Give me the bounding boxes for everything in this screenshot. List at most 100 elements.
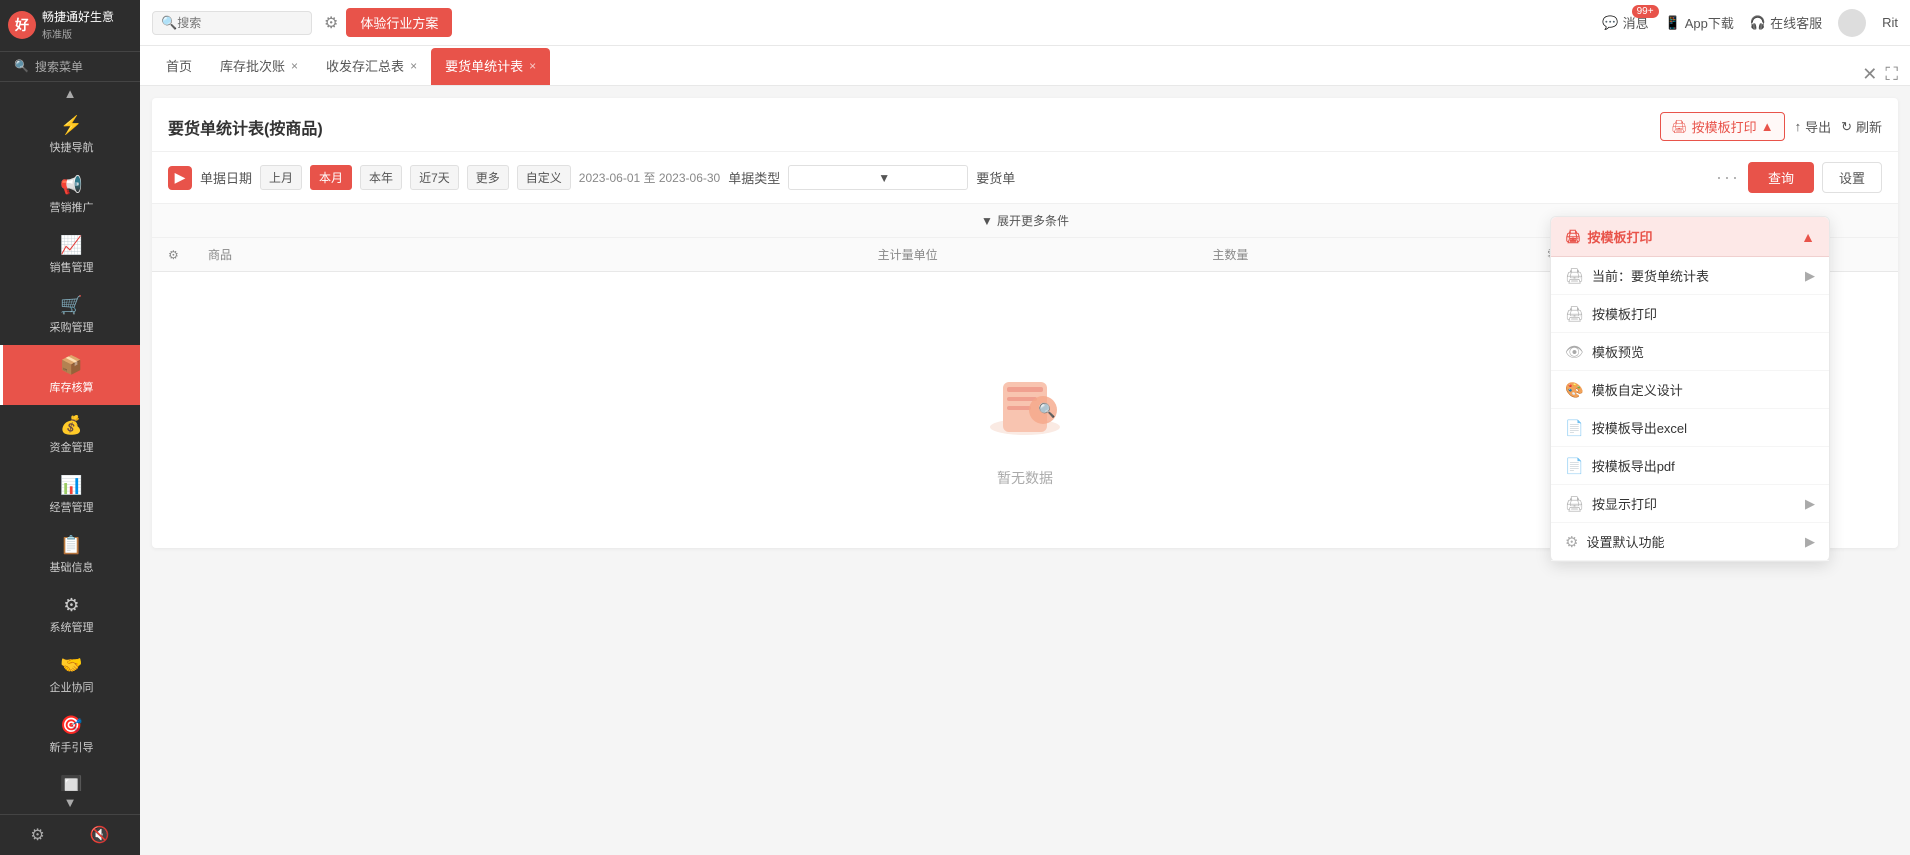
sidebar-audio-icon[interactable]: 🔇 [90, 825, 110, 845]
refresh-label: 刷新 [1856, 117, 1882, 136]
sidebar: 好 畅捷通好生意 标准版 🔍 搜索菜单 ▲ ⚡ 快捷导航 📢 营销推广 📈 销售… [0, 0, 140, 855]
tab-order-stats-label: 要货单统计表 [445, 56, 523, 75]
user-avatar[interactable] [1838, 9, 1866, 37]
message-btn[interactable]: 💬 消息 99+ [1602, 13, 1648, 32]
tab-batch-account-close[interactable]: × [291, 59, 298, 73]
sidebar-label-purchase: 采购管理 [50, 319, 94, 335]
page-title: 要货单统计表(按商品) [168, 115, 323, 139]
dropdown-tpl-design[interactable]: 🎨 模板自定义设计 [1551, 371, 1829, 409]
dropdown-tpl-preview[interactable]: 👁 模板预览 [1551, 333, 1829, 371]
print-tpl-label: 按模板打印 [1692, 117, 1757, 136]
dropdown-current-item[interactable]: 🖨 当前：要货单统计表 ▶ [1551, 257, 1829, 295]
sidebar-item-sales[interactable]: 📈 销售管理 [0, 225, 140, 285]
settings-btn[interactable]: 设置 [1822, 162, 1882, 193]
current-item-icon: 🖨 [1565, 267, 1584, 285]
tab-maximize-btn[interactable]: ⛶ [1885, 64, 1898, 85]
dropdown-tpl-export-pdf[interactable]: 📄 按模板导出pdf [1551, 447, 1829, 485]
online-cs-icon: 🎧 [1750, 15, 1766, 31]
sidebar-item-appstore[interactable]: 🔲 应用中心 [0, 765, 140, 791]
tab-home-label: 首页 [166, 56, 192, 75]
col-product-header: 商品 [208, 246, 878, 263]
export-btn[interactable]: ↑ 导出 [1795, 117, 1832, 136]
dropdown-set-default[interactable]: ⚙ 设置默认功能 ▶ [1551, 523, 1829, 561]
app-download-btn[interactable]: 📱 App下载 [1665, 13, 1734, 32]
sales-icon: 📈 [60, 235, 82, 256]
sidebar-item-newbie[interactable]: 🎯 新手引导 [0, 705, 140, 765]
col-settings[interactable]: ⚙ [168, 248, 208, 262]
date-filter-label: 单据日期 [200, 168, 252, 187]
tab-receipt-summary-close[interactable]: × [410, 59, 417, 73]
sidebar-label-quick-nav: 快捷导航 [50, 139, 94, 155]
date-btn-custom[interactable]: 自定义 [517, 165, 571, 190]
print-tpl-btn[interactable]: 🖨 按模板打印 ▲ [1660, 112, 1784, 141]
date-btn-more[interactable]: 更多 [467, 165, 509, 190]
tpl-design-label: 模板自定义设计 [1592, 380, 1683, 399]
expand-more-btn[interactable]: ▼ 展开更多条件 [965, 208, 1085, 233]
dropdown-tpl-export-excel[interactable]: 📄 按模板导出excel [1551, 409, 1829, 447]
newbie-icon: 🎯 [60, 715, 82, 736]
set-default-label: 设置默认功能 [1586, 532, 1664, 551]
doc-type-select[interactable]: ▼ [788, 165, 968, 190]
sidebar-label-sales: 销售管理 [50, 259, 94, 275]
sidebar-item-marketing[interactable]: 📢 营销推广 [0, 165, 140, 225]
tabs-bar: 首页 库存批次账 × 收发存汇总表 × 要货单统计表 × ✕ ⛶ [140, 46, 1910, 86]
sidebar-item-purchase[interactable]: 🛒 采购管理 [0, 285, 140, 345]
sidebar-settings-icon[interactable]: ⚙ [30, 825, 44, 845]
dropdown-tpl-print[interactable]: 🖨 按模板打印 [1551, 295, 1829, 333]
tab-close-all-btn[interactable]: ✕ [1862, 64, 1877, 85]
username-label[interactable]: Rit [1882, 15, 1898, 30]
online-cs-btn[interactable]: 🎧 在线客服 [1750, 13, 1822, 32]
date-btn-last-month[interactable]: 上月 [260, 165, 302, 190]
sidebar-label-marketing: 营销推广 [50, 199, 94, 215]
tab-order-stats-close[interactable]: × [529, 59, 536, 73]
date-btn-current-month[interactable]: 本月 [310, 165, 352, 190]
sidebar-item-finance[interactable]: 💰 资金管理 [0, 405, 140, 465]
sidebar-scroll-up[interactable]: ▲ [0, 82, 140, 105]
dropdown-display-print[interactable]: 🖨 按显示打印 ▶ [1551, 485, 1829, 523]
printer-icon: 🖨 [1671, 119, 1688, 135]
sidebar-item-inventory[interactable]: 📦 库存核算 [0, 345, 140, 405]
tpl-export-pdf-icon: 📄 [1565, 457, 1584, 475]
expand-more-icon: ▼ [981, 214, 993, 228]
sidebar-search[interactable]: 🔍 搜索菜单 [0, 52, 140, 82]
date-btn-last-7-days[interactable]: 近7天 [410, 165, 459, 190]
sidebar-logo: 好 畅捷通好生意 标准版 [0, 0, 140, 52]
collab-icon: 🤝 [60, 655, 82, 676]
topbar-settings-icon[interactable]: ⚙ [324, 13, 338, 33]
filter-actions: ··· 查询 设置 [1716, 162, 1882, 193]
dropdown-close-arrow[interactable]: ▲ [1801, 229, 1815, 245]
trial-btn[interactable]: 体验行业方案 [346, 8, 452, 37]
tpl-preview-icon: 👁 [1565, 343, 1584, 361]
app-dl-label: App下载 [1685, 13, 1734, 32]
date-btn-current-year[interactable]: 本年 [360, 165, 402, 190]
message-badge: 99+ [1632, 5, 1659, 18]
date-range-display: 2023-06-01 至 2023-06-30 [579, 169, 720, 186]
more-dots[interactable]: ··· [1716, 167, 1740, 188]
export-icon: ↑ [1795, 119, 1802, 134]
sidebar-item-quick-nav[interactable]: ⚡ 快捷导航 [0, 105, 140, 165]
sidebar-item-collab[interactable]: 🤝 企业协同 [0, 645, 140, 705]
marketing-icon: 📢 [60, 175, 82, 196]
refresh-btn[interactable]: ↻ 刷新 [1841, 117, 1882, 136]
sidebar-item-operations[interactable]: 📊 经营管理 [0, 465, 140, 525]
basic-icon: 📋 [60, 535, 82, 556]
content-area: 要货单统计表(按商品) 🖨 按模板打印 ▲ ↑ 导出 ↻ 刷新 [140, 86, 1910, 855]
tab-home[interactable]: 首页 [152, 48, 206, 85]
tab-receipt-summary[interactable]: 收发存汇总表 × [312, 48, 431, 85]
sidebar-item-system[interactable]: ⚙ 系统管理 [0, 585, 140, 645]
sidebar-search-label: 搜索菜单 [35, 58, 83, 75]
purchase-icon: 🛒 [60, 295, 82, 316]
tpl-print-icon: 🖨 [1565, 305, 1584, 323]
topbar-search-input[interactable] [177, 16, 297, 30]
tab-batch-account[interactable]: 库存批次账 × [206, 48, 312, 85]
filter-expand-btn[interactable]: ▶ [168, 166, 192, 190]
sidebar-label-finance: 资金管理 [50, 439, 94, 455]
tab-order-stats[interactable]: 要货单统计表 × [431, 48, 550, 85]
sidebar-item-basic[interactable]: 📋 基础信息 [0, 525, 140, 585]
dropdown-printer-icon: 🖨 [1565, 229, 1582, 245]
tpl-preview-label: 模板预览 [1592, 342, 1644, 361]
sidebar-scroll-down[interactable]: ▼ [0, 791, 140, 814]
current-item-label: 当前：要货单统计表 [1592, 266, 1709, 285]
logo-text: 畅捷通好生意 [42, 10, 114, 26]
query-btn[interactable]: 查询 [1748, 162, 1814, 193]
